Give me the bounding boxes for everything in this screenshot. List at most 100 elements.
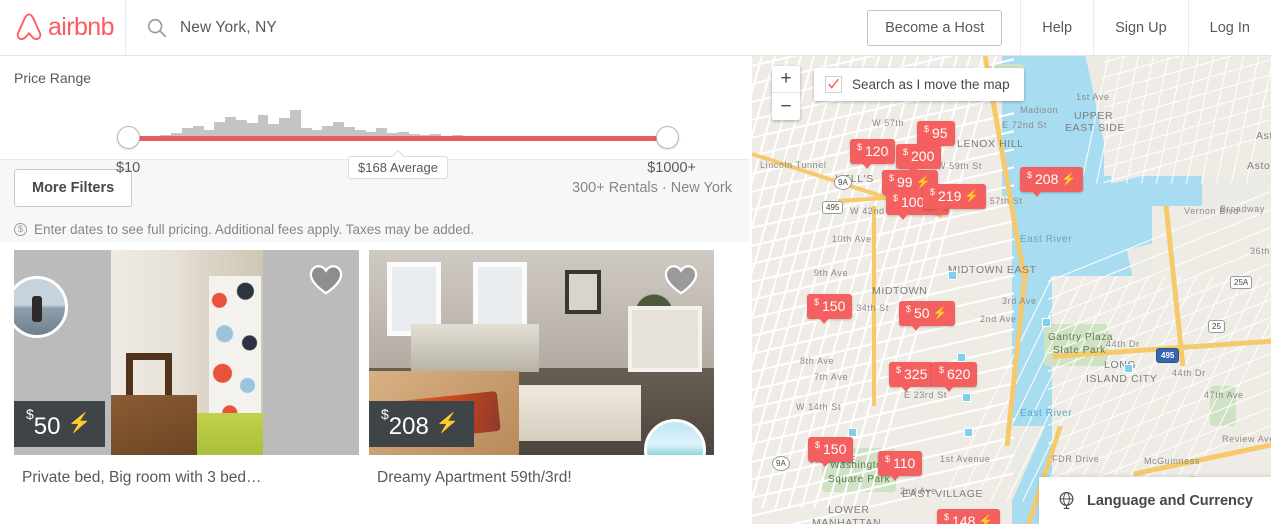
log-in-link[interactable]: Log In: [1187, 0, 1271, 55]
map-label: MIDTOWN EAST: [948, 264, 1037, 276]
pin-price: 208: [1035, 171, 1059, 187]
listing-card[interactable]: $50 ⚡ Private bed, Big room with 3 bed…: [14, 250, 359, 487]
zoom-out-button[interactable]: −: [772, 93, 800, 120]
route-shield: 495: [1156, 348, 1180, 363]
map-price-pin[interactable]: $148 ⚡: [937, 509, 1001, 524]
map-label: 3rd Ave: [1002, 296, 1037, 306]
listing-photo[interactable]: $50 ⚡: [14, 250, 359, 455]
slider-track: [128, 136, 668, 141]
map-label: E 72nd St: [1002, 120, 1047, 130]
listing-card[interactable]: $208 ⚡ Dreamy Apartment 59th/3rd!: [369, 250, 714, 487]
pin-price: 200: [911, 148, 935, 164]
instant-book-icon: ⚡: [67, 413, 92, 434]
currency-symbol: $: [944, 512, 950, 522]
map-label: W 42nd: [850, 206, 885, 216]
listing-title: Private bed, Big room with 3 bed…: [22, 469, 262, 486]
slider-handle-max[interactable]: [656, 126, 679, 149]
map-price-pin[interactable]: $620: [932, 362, 978, 392]
map-price-pin[interactable]: $208 ⚡: [1020, 167, 1084, 197]
map-label: E 57th St: [980, 196, 1023, 206]
map-label: 2nd Ave: [900, 486, 937, 496]
map-label: Madison: [1020, 105, 1059, 115]
map-label: 44th Dr: [1172, 368, 1206, 378]
map-price-pin[interactable]: $325: [889, 362, 935, 392]
map-label: W 57th: [872, 118, 905, 128]
map-label: Review Ave: [1222, 434, 1271, 444]
more-filters-button[interactable]: More Filters: [14, 169, 133, 207]
host-avatar[interactable]: [14, 276, 68, 338]
map-price-pin[interactable]: $150: [808, 437, 854, 467]
pin-price: 50: [914, 305, 930, 321]
map-view[interactable]: + − Search as I move the map UPPER EAST S…: [752, 56, 1271, 524]
airbnb-logo[interactable]: airbnb: [0, 0, 126, 55]
map-label: 10th Ave: [832, 234, 872, 244]
pin-price: 100: [901, 194, 925, 210]
instant-book-icon: ⚡: [1061, 172, 1077, 186]
language-currency-button[interactable]: Language and Currency: [1039, 477, 1271, 524]
map-label: 47th Ave: [1204, 390, 1244, 400]
search-as-i-move-checkbox[interactable]: [825, 76, 842, 93]
pin-price: 110: [893, 455, 916, 471]
instant-book-icon: ⚡: [964, 189, 980, 203]
photo-detail: [628, 306, 702, 372]
map-label: East River: [1020, 234, 1073, 245]
airbnb-search-page: airbnb New York, NY Become a Host Help S…: [0, 0, 1271, 524]
transit-marker: [848, 428, 857, 437]
transit-marker: [948, 271, 957, 280]
listing-grid: $50 ⚡ Private bed, Big room with 3 bed…: [0, 242, 750, 487]
currency-symbol: $: [26, 406, 34, 422]
map-zoom-controls[interactable]: + −: [772, 66, 800, 120]
become-a-host-cell: Become a Host: [843, 0, 1020, 55]
pin-price: 99: [897, 174, 913, 190]
heart-icon[interactable]: [662, 262, 700, 296]
map-label: W 59th St: [937, 161, 982, 171]
map-price-pin[interactable]: $110: [878, 451, 923, 481]
currency-symbol: $: [1027, 170, 1033, 180]
currency-symbol: $: [381, 406, 389, 422]
slider-handle-min[interactable]: [117, 126, 140, 149]
map-price-pin[interactable]: $200: [896, 144, 942, 174]
map-price-pin[interactable]: $219 ⚡: [923, 184, 987, 214]
route-shield: 9A: [772, 456, 790, 471]
airbnb-belo-icon: [16, 12, 42, 40]
price-range-slider[interactable]: $10 $1000+ $168 Average: [116, 94, 696, 179]
transit-marker: [1124, 364, 1133, 373]
map-price-pin[interactable]: $95: [917, 121, 955, 151]
sign-up-link[interactable]: Sign Up: [1093, 0, 1188, 55]
pin-price: 219: [938, 188, 962, 204]
search-field[interactable]: New York, NY: [126, 0, 843, 55]
route-shield: 9A: [834, 175, 852, 190]
map-label: 44th Dr: [1106, 339, 1140, 349]
zoom-in-button[interactable]: +: [772, 66, 800, 93]
search-as-i-move-control[interactable]: Search as I move the map: [814, 68, 1024, 101]
map-label: ISLAND CITY: [1086, 373, 1158, 385]
route-shield: 495: [822, 201, 844, 214]
heart-icon[interactable]: [307, 262, 345, 296]
instant-book-icon: ⚡: [978, 514, 994, 524]
search-icon: [147, 18, 167, 37]
host-avatar[interactable]: [644, 419, 706, 455]
listing-price-badge: $208 ⚡: [369, 401, 474, 447]
map-label: Vernon Blvd: [1184, 206, 1240, 216]
currency-symbol: $: [815, 440, 821, 450]
map-price-pin[interactable]: $120: [850, 139, 896, 169]
currency-symbol: $: [906, 304, 912, 314]
listing-photo[interactable]: $208 ⚡: [369, 250, 714, 455]
transit-marker: [964, 428, 973, 437]
map-label: East River: [1020, 408, 1073, 419]
price-range-label: Price Range: [14, 70, 92, 86]
map-label: 36th: [1250, 246, 1270, 256]
map-label: 9th Ave: [814, 268, 849, 278]
currency-symbol: $: [930, 187, 936, 197]
checkmark-icon: [828, 78, 839, 89]
map-price-pin[interactable]: $50 ⚡: [899, 301, 955, 331]
transit-marker: [957, 353, 966, 362]
map-label: 1st Avenue: [940, 454, 991, 464]
help-link[interactable]: Help: [1020, 0, 1093, 55]
listing-price: $208: [381, 406, 429, 440]
map-label: Astoria: [1247, 160, 1271, 172]
become-a-host-button[interactable]: Become a Host: [867, 9, 1003, 46]
map-price-pin[interactable]: $150: [807, 294, 853, 324]
map-label: FDR Drive: [1052, 454, 1100, 464]
map-label: MIDTOWN: [872, 285, 928, 297]
